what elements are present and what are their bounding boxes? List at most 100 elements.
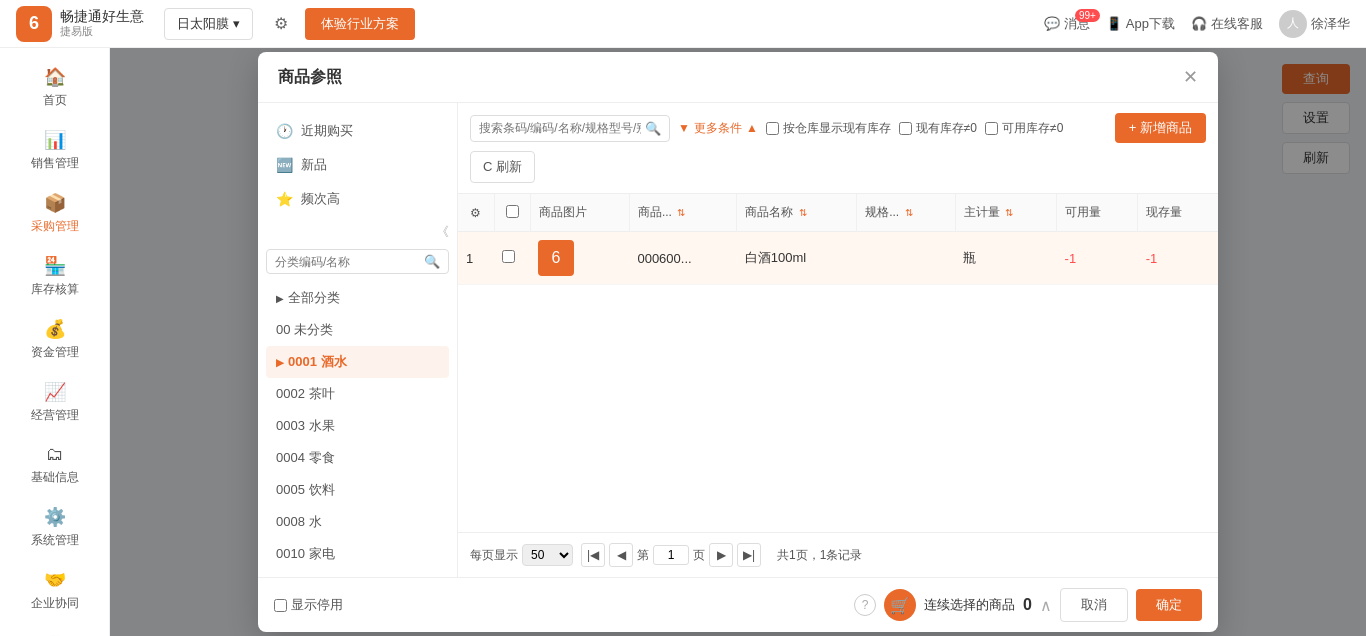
next-page-button[interactable]: ▶ <box>709 543 733 567</box>
select-all-checkbox[interactable] <box>506 205 519 218</box>
sidebar-item-purchase[interactable]: 📦 采购管理 <box>0 182 109 245</box>
category-water[interactable]: 0008 水 <box>266 506 449 538</box>
category-search-input[interactable] <box>275 255 420 269</box>
message-nav-item[interactable]: 💬 消息 99+ <box>1044 15 1090 33</box>
modal-title: 商品参照 <box>278 67 342 88</box>
page-nav: |◀ ◀ 第 页 ▶ ▶| <box>581 543 761 567</box>
service-label: 在线客服 <box>1211 15 1263 33</box>
show-disabled-input[interactable] <box>274 599 287 612</box>
basic-icon: 🗂 <box>46 444 64 465</box>
sort-icon: ⇅ <box>677 207 685 218</box>
top-nav: 6 畅捷通好生意 捷易版 日太阳膜 ▾ ⚙ 体验行业方案 💬 消息 99+ 📱 … <box>0 0 1366 48</box>
stock-nonzero-checkbox[interactable]: 现有库存≠0 <box>899 120 977 137</box>
app-download-item[interactable]: 📱 App下载 <box>1106 15 1175 33</box>
col-spec-header[interactable]: 规格... ⇅ <box>857 194 955 232</box>
category-search-box[interactable]: 🔍 <box>266 249 449 274</box>
row-checkbox[interactable] <box>502 250 515 263</box>
category-label: 0010 家电 <box>276 545 335 563</box>
app-sub: 捷易版 <box>60 24 144 39</box>
footer-cart: ? 🛒 连续选择的商品 0 ∧ <box>854 589 1052 621</box>
stock-checkbox-input[interactable] <box>899 122 912 135</box>
modal-close-button[interactable]: ✕ <box>1183 66 1198 88</box>
trial-button[interactable]: 体验行业方案 <box>305 8 415 40</box>
category-label: 0005 饮料 <box>276 481 335 499</box>
stock-label: 现有库存≠0 <box>916 120 977 137</box>
tab-recent-purchase[interactable]: 🕐 近期购买 <box>266 115 449 147</box>
sidebar-item-home[interactable]: 🏠 首页 <box>0 56 109 119</box>
store-selector[interactable]: 日太阳膜 ▾ <box>164 8 253 40</box>
search-icon: 🔍 <box>645 121 661 136</box>
row-checkbox-cell[interactable] <box>494 232 530 285</box>
cart-collapse-icon[interactable]: ∧ <box>1040 596 1052 615</box>
page-size-selector[interactable]: 每页显示 50 100 <box>470 544 573 566</box>
modal-overlay: 商品参照 ✕ 🕐 近期购买 🆕 <box>110 48 1366 636</box>
row-available: -1 <box>1057 232 1138 285</box>
main-content: 查询 设置 刷新 商品参照 ✕ 🕐 <box>110 48 1366 636</box>
modal-footer: 显示停用 ? 🛒 连续选择的商品 0 ∧ 取消 确定 <box>258 577 1218 632</box>
message-badge: 99+ <box>1075 9 1100 22</box>
category-drinks[interactable]: 0005 饮料 <box>266 474 449 506</box>
page-number-input[interactable] <box>653 545 689 565</box>
category-tea[interactable]: 0002 茶叶 <box>266 378 449 410</box>
show-disabled-checkbox[interactable]: 显示停用 <box>274 596 343 614</box>
cancel-button[interactable]: 取消 <box>1060 588 1128 622</box>
product-search-input[interactable] <box>479 121 641 135</box>
help-icon[interactable]: ? <box>854 594 876 616</box>
col-checkbox <box>494 194 530 232</box>
nav-right: 💬 消息 99+ 📱 App下载 🎧 在线客服 人 徐泽华 <box>1044 10 1350 38</box>
left-panel-tabs: 🕐 近期购买 🆕 新品 ⭐ 频次高 <box>258 111 457 219</box>
category-snacks[interactable]: 0004 零食 <box>266 442 449 474</box>
sidebar-item-ops[interactable]: 📈 经营管理 <box>0 371 109 434</box>
sidebar-item-label: 首页 <box>43 92 67 109</box>
app-name: 畅捷通好生意 <box>60 8 144 25</box>
per-page-select[interactable]: 50 100 <box>522 544 573 566</box>
available-checkbox-input[interactable] <box>985 122 998 135</box>
col-code-header[interactable]: 商品... ⇅ <box>629 194 736 232</box>
warehouse-display-checkbox[interactable]: 按仓库显示现有库存 <box>766 120 891 137</box>
sidebar-item-sales[interactable]: 📊 销售管理 <box>0 119 109 182</box>
page-label: 第 <box>637 547 649 564</box>
category-appliances[interactable]: 0010 家电 <box>266 538 449 569</box>
row-unit: 瓶 <box>955 232 1056 285</box>
sidebar-item-system[interactable]: ⚙️ 系统管理 <box>0 496 109 559</box>
confirm-button[interactable]: 确定 <box>1136 589 1202 621</box>
sidebar-item-basic[interactable]: 🗂 基础信息 <box>0 434 109 496</box>
product-search-box[interactable]: 🔍 <box>470 115 670 142</box>
col-unit-header[interactable]: 主计量 ⇅ <box>955 194 1056 232</box>
sort-icon: ⇅ <box>1005 207 1013 218</box>
tab-frequent[interactable]: ⭐ 频次高 <box>266 183 449 215</box>
category-liquor[interactable]: ▶ 0001 酒水 <box>266 346 449 378</box>
col-img-header: 商品图片 <box>530 194 629 232</box>
sidebar-item-inventory[interactable]: 🏪 库存核算 <box>0 245 109 308</box>
cart-icon[interactable]: 🛒 <box>884 589 916 621</box>
more-filter-button[interactable]: ▼ 更多条件 ▲ <box>678 120 758 137</box>
col-available-header: 可用量 <box>1057 194 1138 232</box>
row-num: 1 <box>458 232 494 285</box>
sidebar-item-guide[interactable]: 📖 新手引导 <box>0 622 109 636</box>
sidebar-item-label: 企业协同 <box>31 595 79 612</box>
category-all[interactable]: ▶ 全部分类 <box>266 282 449 314</box>
tab-new-products[interactable]: 🆕 新品 <box>266 149 449 181</box>
user-item[interactable]: 人 徐泽华 <box>1279 10 1350 38</box>
sidebar-item-collab[interactable]: 🤝 企业协同 <box>0 559 109 622</box>
sidebar-item-finance[interactable]: 💰 资金管理 <box>0 308 109 371</box>
category-label: 全部分类 <box>288 289 340 307</box>
home-icon: 🏠 <box>44 66 66 88</box>
category-uncategorized[interactable]: 00 未分类 <box>266 314 449 346</box>
refresh-button[interactable]: C 刷新 <box>470 151 535 183</box>
first-page-button[interactable]: |◀ <box>581 543 605 567</box>
add-product-button[interactable]: + 新增商品 <box>1115 113 1206 143</box>
table-row[interactable]: 1 6 000600... 白酒100ml <box>458 232 1218 285</box>
warehouse-checkbox-input[interactable] <box>766 122 779 135</box>
prev-page-button[interactable]: ◀ <box>609 543 633 567</box>
category-label: 0003 水果 <box>276 417 335 435</box>
collapse-button[interactable]: 《 <box>258 219 457 245</box>
available-nonzero-checkbox[interactable]: 可用库存≠0 <box>985 120 1063 137</box>
cart-label: 连续选择的商品 <box>924 596 1015 614</box>
category-fruit[interactable]: 0003 水果 <box>266 410 449 442</box>
last-page-button[interactable]: ▶| <box>737 543 761 567</box>
service-item[interactable]: 🎧 在线客服 <box>1191 15 1263 33</box>
headset-icon: 🎧 <box>1191 16 1207 31</box>
settings-icon[interactable]: ⚙ <box>265 8 297 40</box>
col-name-header[interactable]: 商品名称 ⇅ <box>737 194 857 232</box>
